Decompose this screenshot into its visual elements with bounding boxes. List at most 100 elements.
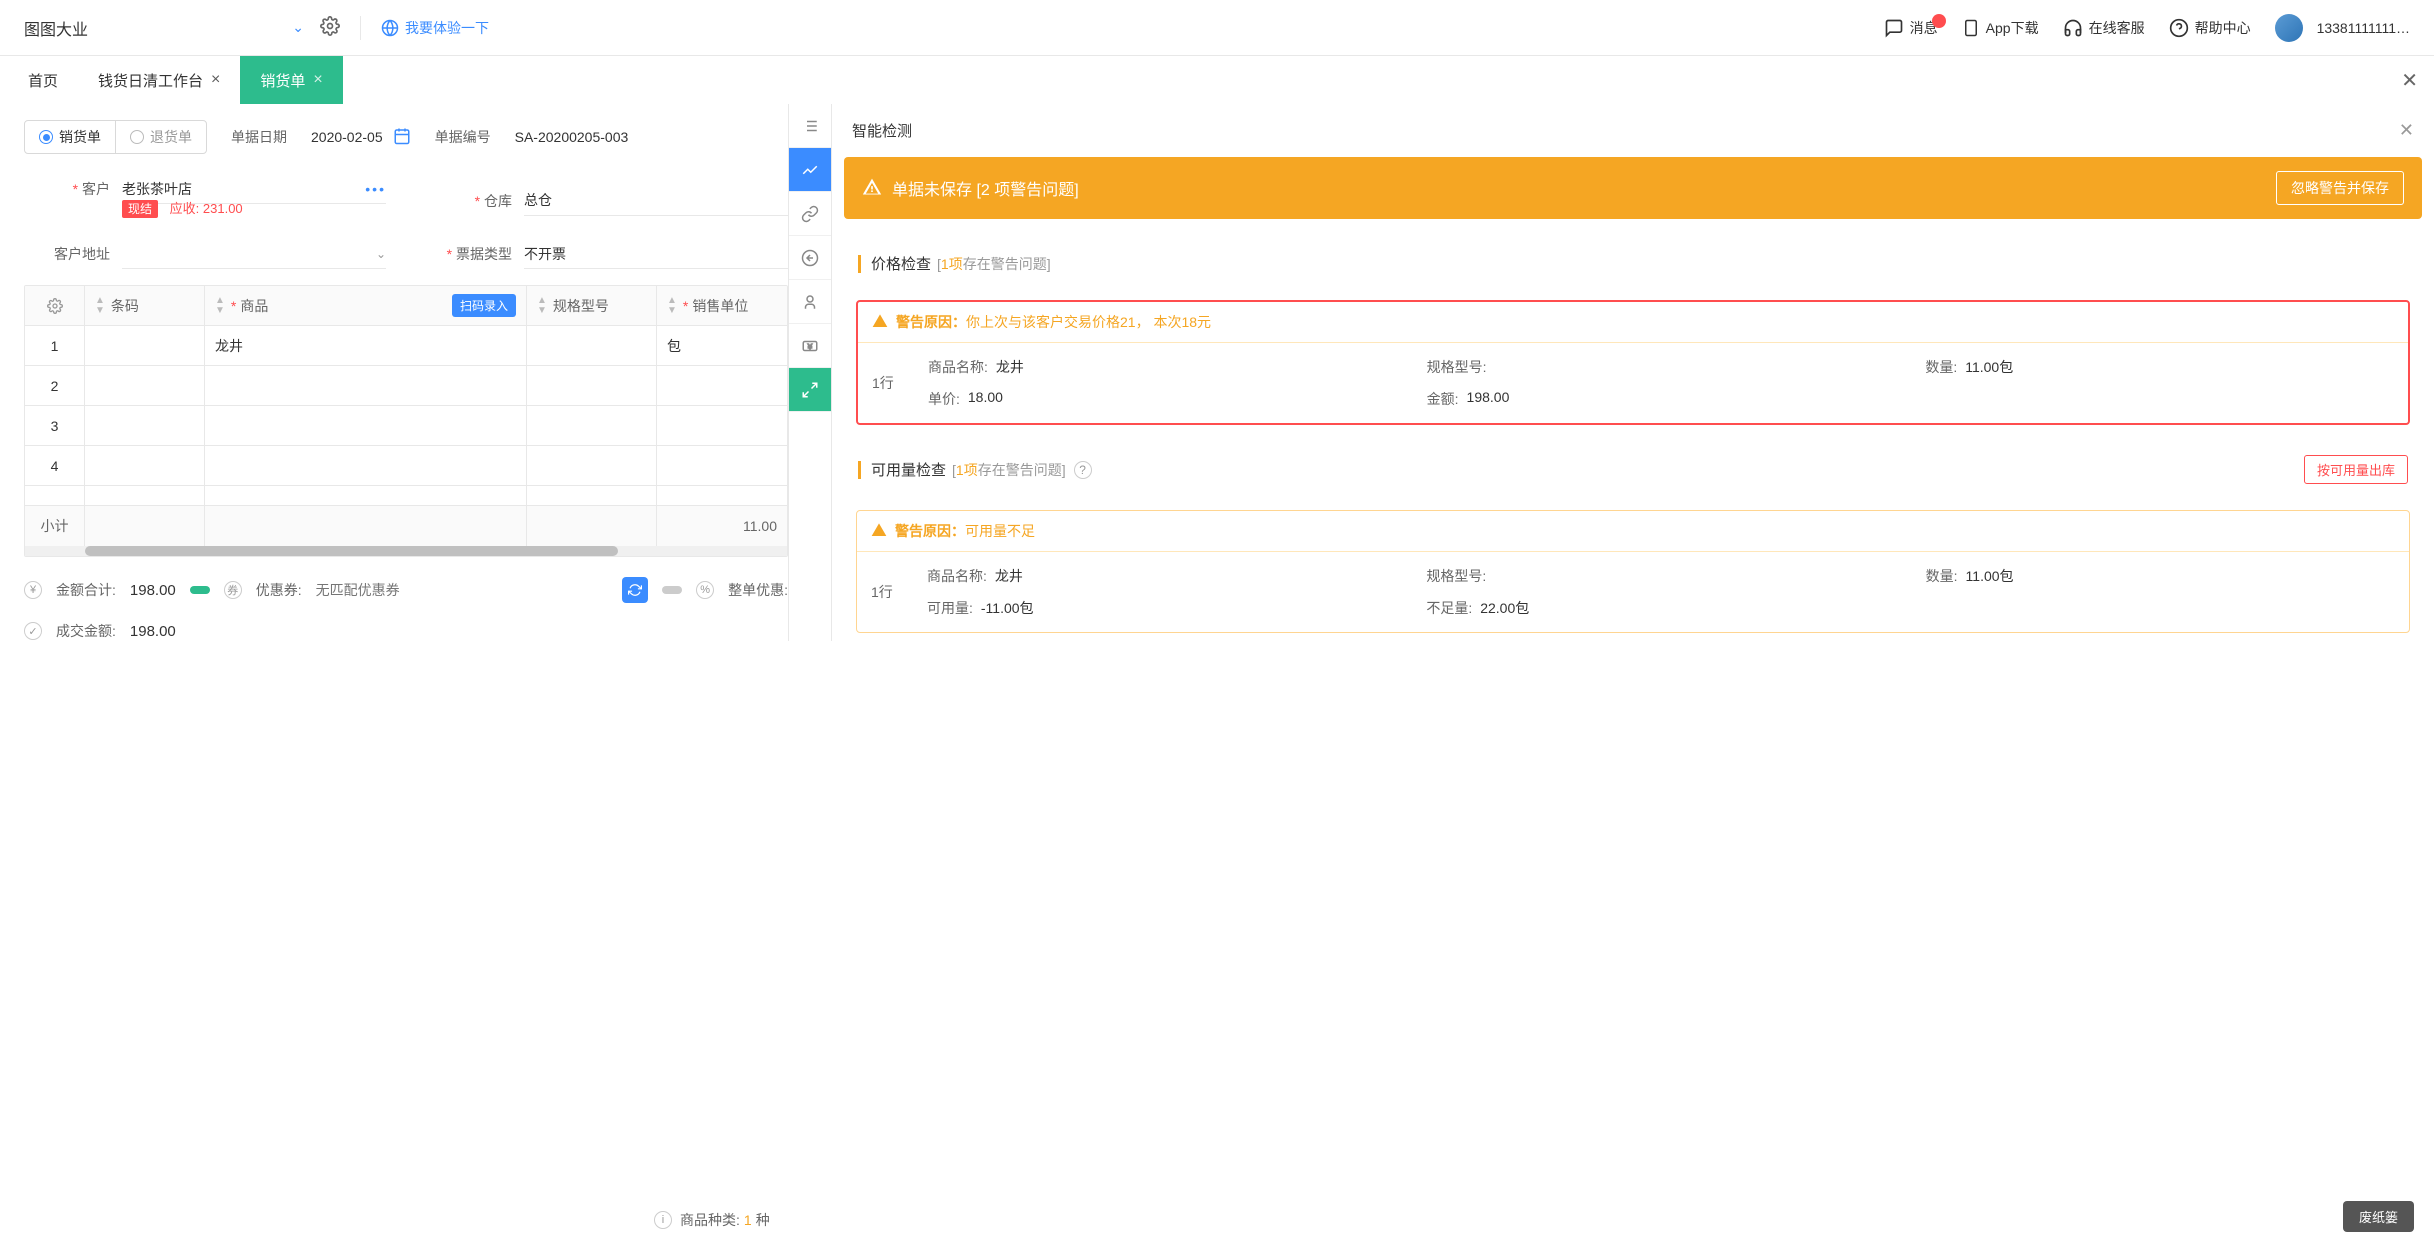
close-icon[interactable]: × bbox=[211, 71, 220, 89]
message-icon bbox=[1884, 18, 1904, 38]
address-select[interactable]: ⌄ bbox=[122, 239, 386, 269]
smart-check-panel: 智能检测 ✕ 单据未保存 [2 项警告问题] 忽略警告并保存 价格检查 [1项存… bbox=[832, 104, 2434, 641]
radio-off-icon bbox=[130, 130, 144, 144]
invoice-select[interactable]: 不开票 bbox=[524, 239, 788, 269]
table-row[interactable]: 1龙井包 bbox=[25, 326, 787, 366]
minus-icon bbox=[662, 586, 682, 594]
try-experience-link[interactable]: 我要体验一下 bbox=[381, 18, 489, 38]
close-icon[interactable]: ✕ bbox=[2399, 120, 2414, 141]
help-center-button[interactable]: 帮助中心 bbox=[2169, 18, 2251, 38]
table-row[interactable] bbox=[25, 486, 787, 506]
more-icon[interactable]: ••• bbox=[365, 181, 386, 197]
col-spec[interactable]: ▲▼规格型号 bbox=[527, 286, 657, 325]
stock-warning-box: 警告原因：可用量不足 1行 商品名称:龙井 规格型号: 数量:11.00包 可用… bbox=[856, 510, 2410, 633]
ignore-save-button[interactable]: 忽略警告并保存 bbox=[2276, 171, 2404, 205]
company-selector[interactable]: 图图大业 ⌄ bbox=[24, 16, 304, 40]
warning-icon bbox=[862, 177, 882, 200]
minus-icon bbox=[190, 586, 210, 594]
yen-icon: ¥ bbox=[24, 581, 42, 599]
page-footer: i 商品种类: 1 种 bbox=[0, 1210, 2434, 1230]
refresh-icon[interactable] bbox=[622, 577, 648, 603]
table-row[interactable]: 2 bbox=[25, 366, 787, 406]
date-label: 单据日期 bbox=[231, 127, 287, 147]
table-subtotal: 小计11.00 bbox=[25, 506, 787, 546]
table-row[interactable]: 4 bbox=[25, 446, 787, 486]
svg-text:¥: ¥ bbox=[808, 342, 813, 351]
discount-icon: % bbox=[696, 581, 714, 599]
price-warning-box: 警告原因：你上次与该客户交易价格21， 本次18元 1行 商品名称:龙井 规格型… bbox=[856, 300, 2410, 425]
deal-amount-row: ✓ 成交金额: 198.00 bbox=[24, 621, 788, 641]
close-icon[interactable]: × bbox=[313, 71, 322, 89]
divider bbox=[360, 16, 361, 40]
tab-workbench[interactable]: 钱货日清工作台× bbox=[78, 56, 240, 104]
order-type-radio: 销货单 退货单 bbox=[24, 120, 207, 154]
scan-button[interactable]: 扫码录入 bbox=[452, 294, 516, 317]
radio-on-icon bbox=[39, 130, 53, 144]
table-settings-icon[interactable] bbox=[25, 286, 85, 325]
trash-button[interactable]: 废纸篓 bbox=[2343, 1201, 2414, 1232]
list-icon[interactable] bbox=[789, 104, 831, 148]
help-icon bbox=[2169, 18, 2189, 38]
sort-icon: ▲▼ bbox=[667, 296, 677, 316]
expand-icon[interactable] bbox=[789, 368, 831, 412]
side-toolbar: ¥ bbox=[788, 104, 832, 641]
address-label: 客户地址 bbox=[24, 244, 110, 264]
chevron-down-icon: ⌄ bbox=[292, 19, 304, 36]
company-name: 图图大业 bbox=[24, 16, 88, 40]
stock-out-button[interactable]: 按可用量出库 bbox=[2304, 455, 2408, 484]
user-menu[interactable]: 13381111111… bbox=[2275, 14, 2410, 42]
tab-home[interactable]: 首页 bbox=[8, 56, 78, 104]
calendar-icon[interactable] bbox=[393, 127, 411, 148]
help-icon[interactable]: ? bbox=[1074, 461, 1092, 479]
online-service-button[interactable]: 在线客服 bbox=[2063, 18, 2145, 38]
row-number: 1行 bbox=[872, 357, 908, 409]
coupon-icon: 券 bbox=[224, 581, 242, 599]
horizontal-scrollbar[interactable] bbox=[25, 546, 787, 556]
chart-icon[interactable] bbox=[789, 148, 831, 192]
settle-tag: 现结 bbox=[122, 200, 158, 218]
avatar bbox=[2275, 14, 2303, 42]
warning-icon bbox=[872, 313, 888, 332]
stock-check-header: 可用量检查 [1项存在警告问题] ? 按可用量出库 bbox=[844, 441, 2422, 494]
date-value[interactable]: 2020-02-05 bbox=[311, 129, 383, 145]
link-icon[interactable] bbox=[789, 192, 831, 236]
chevron-down-icon: ⌄ bbox=[376, 247, 386, 261]
globe-icon bbox=[381, 19, 399, 37]
panel-title: 智能检测 bbox=[852, 120, 912, 141]
table-row[interactable]: 3 bbox=[25, 406, 787, 446]
app-download-button[interactable]: App下载 bbox=[1962, 18, 2039, 38]
warehouse-select[interactable]: 总仓 bbox=[524, 186, 788, 216]
messages-button[interactable]: 消息 bbox=[1884, 18, 1938, 38]
info-icon: i bbox=[654, 1211, 672, 1229]
deal-icon: ✓ bbox=[24, 622, 42, 640]
row-number: 1行 bbox=[871, 566, 907, 618]
alert-banner: 单据未保存 [2 项警告问题] 忽略警告并保存 bbox=[844, 157, 2422, 219]
warehouse-label: 仓库 bbox=[426, 191, 512, 211]
sort-icon: ▲▼ bbox=[95, 296, 105, 316]
notification-badge bbox=[1932, 14, 1946, 28]
tabs-bar: 首页 钱货日清工作台× 销货单× ✕ bbox=[0, 56, 2434, 104]
warning-icon bbox=[871, 522, 887, 541]
invoice-label: 票据类型 bbox=[426, 244, 512, 264]
amount-total-row: ¥ 金额合计: 198.00 券 优惠券: % 整单优惠: bbox=[24, 577, 788, 603]
customer-label: 客户 bbox=[24, 179, 110, 199]
top-bar: 图图大业 ⌄ 我要体验一下 消息 App下载 在线客服 帮助中心 1338111… bbox=[0, 0, 2434, 56]
col-product[interactable]: ▲▼*商品扫码录入 bbox=[205, 286, 527, 325]
radio-sales[interactable]: 销货单 bbox=[25, 121, 115, 153]
price-check-header: 价格检查 [1项存在警告问题] bbox=[844, 239, 2422, 284]
tab-sales-order[interactable]: 销货单× bbox=[240, 56, 342, 104]
sort-icon: ▲▼ bbox=[537, 296, 547, 316]
gear-icon[interactable] bbox=[320, 16, 340, 39]
col-unit[interactable]: ▲▼*销售单位 bbox=[657, 286, 787, 325]
currency-icon[interactable]: ¥ bbox=[789, 324, 831, 368]
close-all-tabs-icon[interactable]: ✕ bbox=[2401, 68, 2418, 93]
coupon-input[interactable] bbox=[316, 582, 608, 598]
col-barcode[interactable]: ▲▼条码 bbox=[85, 286, 205, 325]
doc-no-value: SA-20200205-003 bbox=[515, 129, 629, 145]
exchange-icon[interactable] bbox=[789, 236, 831, 280]
radio-return[interactable]: 退货单 bbox=[115, 121, 206, 153]
items-table: ▲▼条码 ▲▼*商品扫码录入 ▲▼规格型号 ▲▼*销售单位 1龙井包 2 3 4… bbox=[24, 285, 788, 557]
doc-no-label: 单据编号 bbox=[435, 127, 491, 147]
user-check-icon[interactable] bbox=[789, 280, 831, 324]
form-area: 销货单 退货单 单据日期 2020-02-05 单据编号 SA-20200205… bbox=[0, 104, 788, 641]
